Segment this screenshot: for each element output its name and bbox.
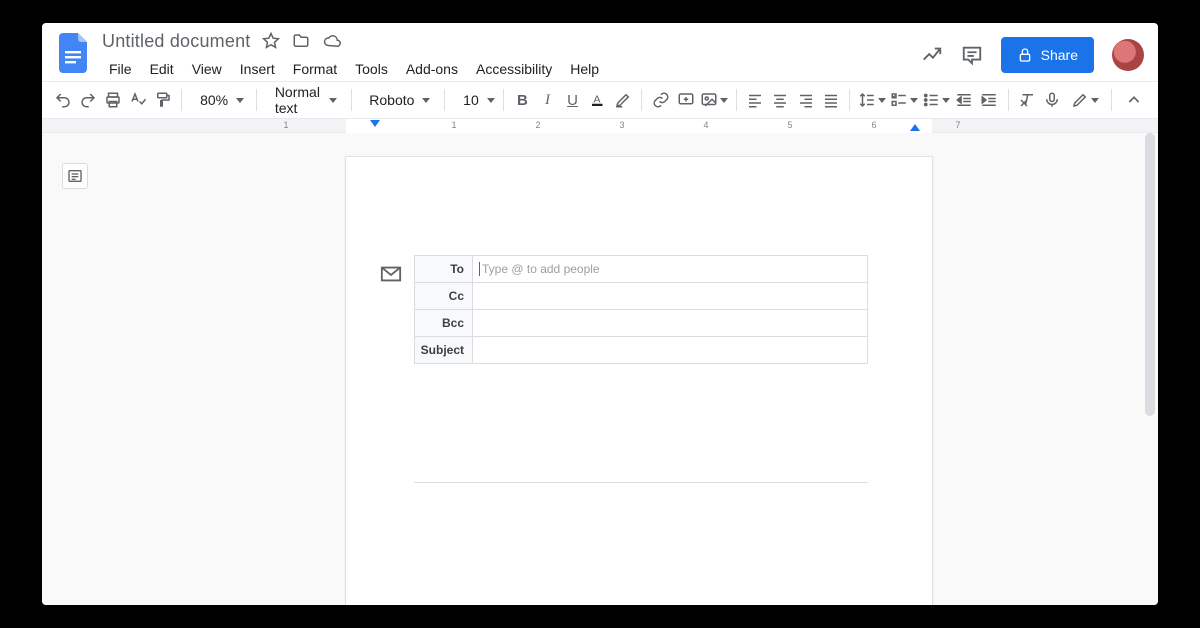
line-spacing-button[interactable] <box>858 86 886 114</box>
menu-help[interactable]: Help <box>563 57 606 81</box>
clear-format-button[interactable] <box>1017 86 1038 114</box>
account-avatar[interactable] <box>1112 39 1144 71</box>
bold-button[interactable]: B <box>512 86 533 114</box>
indent-marker-right[interactable] <box>910 124 920 131</box>
font-size-select[interactable]: 10 <box>453 86 495 114</box>
editor-canvas: To Type @ to add people Cc Bcc Subject <box>42 133 1158 605</box>
menu-insert[interactable]: Insert <box>233 57 282 81</box>
gmail-icon <box>380 265 402 283</box>
cc-label: Cc <box>415 283 473 310</box>
align-right-button[interactable] <box>795 86 816 114</box>
chevron-down-icon <box>1091 98 1099 103</box>
indent-decrease-button[interactable] <box>954 86 975 114</box>
chevron-down-icon <box>422 98 430 103</box>
menu-view[interactable]: View <box>185 57 229 81</box>
checklist-button[interactable] <box>890 86 918 114</box>
ruler[interactable]: 1 1 2 3 4 5 6 7 <box>42 119 1158 133</box>
redo-button[interactable] <box>77 86 98 114</box>
highlight-button[interactable] <box>612 86 633 114</box>
chevron-down-icon <box>910 98 918 103</box>
comments-icon[interactable] <box>961 44 983 66</box>
menu-format[interactable]: Format <box>286 57 344 81</box>
menu-file[interactable]: File <box>102 57 139 81</box>
doc-title[interactable]: Untitled document <box>102 31 250 52</box>
menu-edit[interactable]: Edit <box>143 57 181 81</box>
chevron-down-icon <box>236 98 244 103</box>
menu-addons[interactable]: Add-ons <box>399 57 465 81</box>
paint-format-button[interactable] <box>152 86 173 114</box>
header-left: Untitled document File Edit View Insert … <box>102 29 606 81</box>
svg-text:A: A <box>593 93 600 105</box>
cc-field[interactable] <box>473 283 868 310</box>
toolbar: 80% Normal text Roboto 10 B I U A <box>42 81 1158 119</box>
menu-tools[interactable]: Tools <box>348 57 395 81</box>
header: Untitled document File Edit View Insert … <box>42 23 1158 81</box>
chevron-down-icon <box>487 98 495 103</box>
chevron-down-icon <box>878 98 886 103</box>
divider <box>414 482 868 483</box>
to-label: To <box>415 256 473 283</box>
indent-marker-left[interactable] <box>370 120 380 127</box>
lock-icon <box>1017 47 1033 63</box>
text-color-button[interactable]: A <box>587 86 608 114</box>
voice-type-button[interactable] <box>1042 86 1063 114</box>
collapse-toolbar-button[interactable] <box>1120 86 1148 114</box>
link-button[interactable] <box>650 86 671 114</box>
vertical-scrollbar[interactable] <box>1144 133 1156 605</box>
activity-icon[interactable] <box>921 44 943 66</box>
share-button[interactable]: Share <box>1001 37 1094 73</box>
indent-increase-button[interactable] <box>979 86 1000 114</box>
align-justify-button[interactable] <box>820 86 841 114</box>
document-page[interactable]: To Type @ to add people Cc Bcc Subject <box>346 157 932 605</box>
email-draft-block: To Type @ to add people Cc Bcc Subject <box>414 255 868 364</box>
chevron-down-icon <box>942 98 950 103</box>
bcc-label: Bcc <box>415 310 473 337</box>
italic-button[interactable]: I <box>537 86 558 114</box>
cloud-status-icon[interactable] <box>322 32 342 50</box>
star-icon[interactable] <box>262 32 280 50</box>
header-right: Share <box>921 29 1144 73</box>
underline-button[interactable]: U <box>562 86 583 114</box>
to-field[interactable]: Type @ to add people <box>473 256 868 283</box>
image-button[interactable] <box>700 86 728 114</box>
editing-mode-button[interactable] <box>1067 86 1103 114</box>
print-button[interactable] <box>102 86 123 114</box>
bcc-field[interactable] <box>473 310 868 337</box>
undo-button[interactable] <box>52 86 73 114</box>
move-icon[interactable] <box>292 32 310 50</box>
menu-bar: File Edit View Insert Format Tools Add-o… <box>102 57 606 81</box>
chevron-down-icon <box>720 98 728 103</box>
menu-accessibility[interactable]: Accessibility <box>469 57 559 81</box>
share-label: Share <box>1041 47 1078 63</box>
align-left-button[interactable] <box>745 86 766 114</box>
font-select[interactable]: Roboto <box>359 86 436 114</box>
app-window: Untitled document File Edit View Insert … <box>42 23 1158 605</box>
subject-label: Subject <box>415 337 473 364</box>
zoom-select[interactable]: 80% <box>190 86 248 114</box>
align-center-button[interactable] <box>770 86 791 114</box>
docs-logo[interactable] <box>56 29 92 77</box>
chevron-down-icon <box>329 98 337 103</box>
comment-button[interactable] <box>675 86 696 114</box>
spellcheck-button[interactable] <box>127 86 148 114</box>
subject-field[interactable] <box>473 337 868 364</box>
bullet-list-button[interactable] <box>922 86 950 114</box>
show-outline-button[interactable] <box>62 163 88 189</box>
paragraph-style-select[interactable]: Normal text <box>265 86 343 114</box>
